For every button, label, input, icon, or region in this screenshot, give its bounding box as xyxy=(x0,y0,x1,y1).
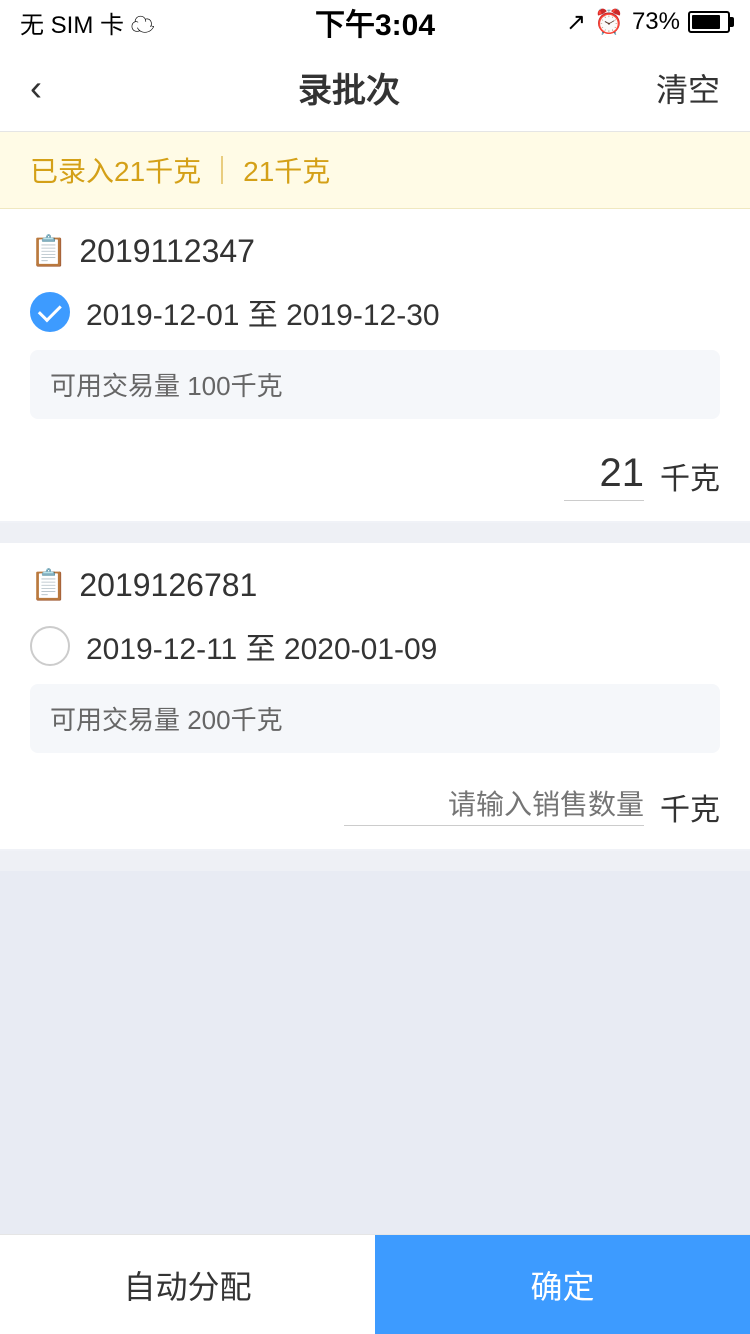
batch-2-header: 📋 2019126781 xyxy=(0,543,750,616)
batch-card-1: 📋 2019112347 2019-12-01 至 2019-12-30 可用交… xyxy=(0,209,750,521)
auto-distribute-button[interactable]: 自动分配 xyxy=(0,1235,375,1334)
batch-2-amount-underline xyxy=(344,789,644,826)
info-divider xyxy=(221,156,223,184)
batch-1-amount-input[interactable] xyxy=(564,451,644,496)
back-button[interactable]: ‹ xyxy=(30,67,42,109)
status-left: 无 SIM 卡 ☁ xyxy=(20,5,155,40)
nav-bar: ‹ 录批次 清空 xyxy=(0,44,750,132)
clear-button[interactable]: 清空 xyxy=(656,65,720,111)
status-time: 下午3:04 xyxy=(315,0,435,44)
batch-2-icon: 📋 xyxy=(30,568,67,603)
batch-1-date: 2019-12-01 至 2019-12-30 xyxy=(86,290,440,334)
batch-card-2: 📋 2019126781 2019-12-11 至 2020-01-09 可用交… xyxy=(0,543,750,849)
batch-1-amount-underline xyxy=(564,451,644,501)
page-title: 录批次 xyxy=(298,63,400,112)
separator-2 xyxy=(0,851,750,871)
batch-2-radio[interactable] xyxy=(30,626,70,666)
batch-1-icon: 📋 xyxy=(30,234,67,269)
total-amount-label: 21千克 xyxy=(243,150,330,190)
battery-percent: 73% xyxy=(632,8,680,36)
batch-2-id: 2019126781 xyxy=(79,567,257,604)
batch-1-available: 可用交易量 100千克 xyxy=(30,350,720,419)
confirm-button[interactable]: 确定 xyxy=(375,1235,750,1334)
batch-1-id: 2019112347 xyxy=(79,233,255,270)
empty-area xyxy=(0,871,750,1291)
info-bar: 已录入21千克 21千克 xyxy=(0,132,750,209)
batch-2-amount-row: 千克 xyxy=(0,769,750,849)
no-sim-text: 无 SIM 卡 ☁ xyxy=(20,5,155,40)
status-right: ↗ ⏰ 73% xyxy=(566,8,730,37)
batch-2-date-row[interactable]: 2019-12-11 至 2020-01-09 xyxy=(0,616,750,684)
location-icon: ↗ xyxy=(566,8,586,37)
separator-1 xyxy=(0,523,750,543)
batch-2-date: 2019-12-11 至 2020-01-09 xyxy=(86,624,437,668)
batch-1-amount-row: 千克 xyxy=(0,435,750,521)
recorded-amount-label: 已录入21千克 xyxy=(30,150,201,190)
status-bar: 无 SIM 卡 ☁ 下午3:04 ↗ ⏰ 73% xyxy=(0,0,750,44)
batch-1-radio[interactable] xyxy=(30,292,70,332)
bottom-bar: 自动分配 确定 xyxy=(0,1234,750,1334)
battery-icon xyxy=(688,11,730,33)
batch-1-unit: 千克 xyxy=(660,454,720,498)
batch-2-available: 可用交易量 200千克 xyxy=(30,684,720,753)
batch-1-date-row[interactable]: 2019-12-01 至 2019-12-30 xyxy=(0,282,750,350)
batch-2-amount-input[interactable] xyxy=(344,789,644,821)
batch-1-header: 📋 2019112347 xyxy=(0,209,750,282)
alarm-icon: ⏰ xyxy=(594,8,624,37)
batch-2-unit: 千克 xyxy=(660,785,720,829)
